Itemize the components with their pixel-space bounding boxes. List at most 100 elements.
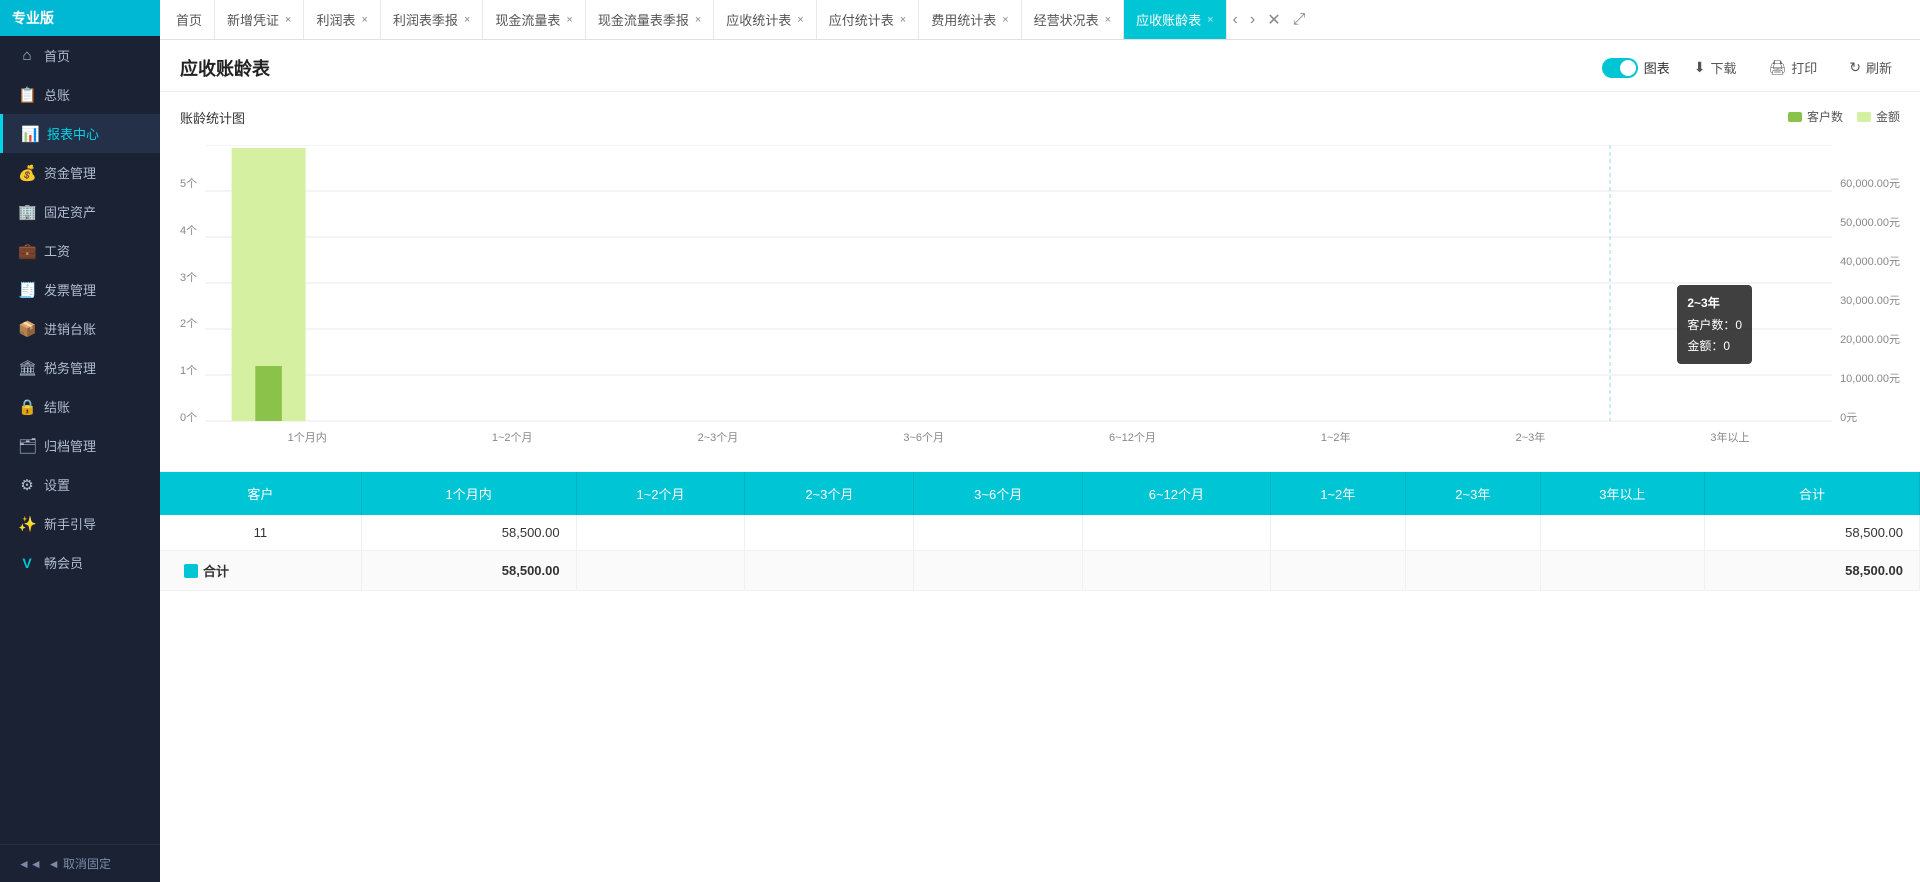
salary-icon: 💼 xyxy=(18,242,36,260)
table-row: 11 58,500.00 58,500.00 xyxy=(160,515,1920,551)
total-y12 xyxy=(1270,551,1405,591)
x-label-2: 2~3个月 xyxy=(698,429,739,445)
reports-icon: 📊 xyxy=(21,125,39,143)
print-label: 打印 xyxy=(1791,58,1817,77)
tab-bar: 首页 新增凭证 × 利润表 × 利润表季报 × 现金流量表 × 现金流量表季报 … xyxy=(160,0,1920,40)
chart-main: 1个月内 1~2个月 2~3个月 3~6个月 6~12个月 1~2年 2~3年 … xyxy=(205,145,1832,455)
tab-close-all-button[interactable]: ✕ xyxy=(1261,10,1286,30)
sidebar-item-archive[interactable]: 🗂 归档管理 xyxy=(0,426,160,465)
sidebar-item-label: 归档管理 xyxy=(44,436,96,455)
print-icon: 🖨 xyxy=(1768,59,1786,76)
sidebar-item-invoice[interactable]: 🧾 发票管理 xyxy=(0,270,160,309)
total-y23 xyxy=(1405,551,1540,591)
tab-close-icon[interactable]: × xyxy=(1002,14,1008,26)
sidebar-item-label: 设置 xyxy=(44,475,70,494)
sidebar-item-home[interactable]: ⌂ 首页 xyxy=(0,36,160,75)
sidebar-item-reports[interactable]: 📊 报表中心 xyxy=(0,114,160,153)
total-m612 xyxy=(1083,551,1271,591)
refresh-button[interactable]: ↻ 刷新 xyxy=(1841,54,1900,81)
y-right-label: 20,000.00元 xyxy=(1840,331,1900,347)
tab-new-voucher[interactable]: 新增凭证 × xyxy=(215,0,304,39)
col-header-m36: 3~6个月 xyxy=(914,472,1083,515)
y-label: 0个 xyxy=(180,409,197,425)
x-label-3: 3~6个月 xyxy=(903,429,944,445)
tab-ap-stats[interactable]: 应付统计表 × xyxy=(817,0,919,39)
total-label: 合计 xyxy=(168,561,353,580)
cell-m12 xyxy=(576,515,745,551)
tab-close-icon[interactable]: × xyxy=(285,14,291,26)
tab-close-icon[interactable]: × xyxy=(1105,14,1111,26)
col-header-y12: 1~2年 xyxy=(1270,472,1405,515)
tab-label: 现金流量表季报 xyxy=(598,10,689,29)
y-right-label: 40,000.00元 xyxy=(1840,253,1900,269)
legend-customers-label: 客户数 xyxy=(1807,108,1843,125)
print-button[interactable]: 🖨 打印 xyxy=(1760,54,1825,81)
tab-close-icon[interactable]: × xyxy=(695,14,701,26)
sidebar-item-funds[interactable]: 💰 资金管理 xyxy=(0,153,160,192)
tab-profit-quarter[interactable]: 利润表季报 × xyxy=(381,0,483,39)
sidebar-item-settings[interactable]: ⚙ 设置 xyxy=(0,465,160,504)
sidebar-item-tax[interactable]: 🏛 税务管理 xyxy=(0,348,160,387)
x-label-5: 1~2年 xyxy=(1321,429,1351,445)
sidebar-item-inventory[interactable]: 📦 进销台账 xyxy=(0,309,160,348)
tax-icon: 🏛 xyxy=(18,359,36,377)
sidebar-item-label: 资金管理 xyxy=(44,163,96,182)
tab-cashflow-quarter[interactable]: 现金流量表季报 × xyxy=(586,0,714,39)
ledger-icon: 📋 xyxy=(18,86,36,104)
download-button[interactable]: ⬇ 下载 xyxy=(1686,54,1745,81)
sidebar-item-label: 新手引导 xyxy=(44,514,96,533)
tab-prev-button[interactable]: ‹ xyxy=(1227,11,1244,29)
cell-m23 xyxy=(745,515,914,551)
y-right-label: 10,000.00元 xyxy=(1840,370,1900,386)
col-header-m612: 6~12个月 xyxy=(1083,472,1271,515)
sidebar-item-label: 固定资产 xyxy=(44,202,96,221)
col-header-total: 合计 xyxy=(1704,472,1919,515)
tab-label: 首页 xyxy=(176,10,202,29)
data-table: 客户 1个月内 1~2个月 2~3个月 3~6个月 6~12个月 1~2年 2~… xyxy=(160,472,1920,591)
tab-business-status[interactable]: 经营状况表 × xyxy=(1022,0,1124,39)
sidebar: 专业版 ⌂ 首页 📋 总账 📊 报表中心 💰 资金管理 🏢 固定资产 💼 工资 … xyxy=(0,0,160,882)
sidebar-item-vip[interactable]: V 畅会员 xyxy=(0,543,160,582)
unpin-sidebar-button[interactable]: ◄◄ ◄ 取消固定 xyxy=(0,844,160,882)
sidebar-item-salary[interactable]: 💼 工资 xyxy=(0,231,160,270)
sidebar-item-ledger[interactable]: 📋 总账 xyxy=(0,75,160,114)
cell-customer: 11 xyxy=(160,515,361,551)
cell-total: 58,500.00 xyxy=(1704,515,1919,551)
chart-toggle[interactable] xyxy=(1602,58,1638,78)
sidebar-item-guide[interactable]: ✨ 新手引导 xyxy=(0,504,160,543)
y-label: 5个 xyxy=(180,175,197,191)
legend-customers-color xyxy=(1788,112,1802,122)
tab-expense-stats[interactable]: 费用统计表 × xyxy=(919,0,1021,39)
tab-ar-stats[interactable]: 应收统计表 × xyxy=(714,0,816,39)
tab-close-icon[interactable]: × xyxy=(361,14,367,26)
tab-label: 利润表 xyxy=(316,10,355,29)
chart-y-axis-right: 60,000.00元 50,000.00元 40,000.00元 30,000.… xyxy=(1832,175,1900,455)
tab-ar-aging[interactable]: 应收账龄表 × xyxy=(1124,0,1226,39)
tab-close-icon[interactable]: × xyxy=(797,14,803,26)
cell-m36 xyxy=(914,515,1083,551)
chart-legend: 客户数 金额 xyxy=(1788,108,1900,125)
chart-x-labels: 1个月内 1~2个月 2~3个月 3~6个月 6~12个月 1~2年 2~3年 … xyxy=(205,425,1832,445)
cell-m1: 58,500.00 xyxy=(361,515,576,551)
tab-close-icon[interactable]: × xyxy=(566,14,572,26)
tab-close-icon[interactable]: × xyxy=(1207,14,1213,26)
sidebar-item-label: 首页 xyxy=(44,46,70,65)
tab-profit[interactable]: 利润表 × xyxy=(304,0,380,39)
sidebar-item-label: 工资 xyxy=(44,241,70,260)
tab-close-icon[interactable]: × xyxy=(464,14,470,26)
col-header-m23: 2~3个月 xyxy=(745,472,914,515)
y-right-label: 60,000.00元 xyxy=(1840,175,1900,191)
tab-home[interactable]: 首页 xyxy=(164,0,215,39)
tab-next-button[interactable]: › xyxy=(1244,11,1261,29)
sidebar-item-label: 税务管理 xyxy=(44,358,96,377)
tab-cashflow[interactable]: 现金流量表 × xyxy=(483,0,585,39)
tab-close-icon[interactable]: × xyxy=(900,14,906,26)
sidebar-item-close[interactable]: 🔒 结账 xyxy=(0,387,160,426)
refresh-label: 刷新 xyxy=(1866,58,1892,77)
page-content: 应收账龄表 图表 ⬇ 下载 🖨 打印 ↻ 刷新 xyxy=(160,40,1920,882)
cell-y3plus xyxy=(1540,515,1704,551)
tab-label: 利润表季报 xyxy=(393,10,458,29)
sidebar-item-assets[interactable]: 🏢 固定资产 xyxy=(0,192,160,231)
tab-expand-button[interactable]: ⤢ xyxy=(1287,11,1312,29)
legend-customers: 客户数 xyxy=(1788,108,1843,125)
